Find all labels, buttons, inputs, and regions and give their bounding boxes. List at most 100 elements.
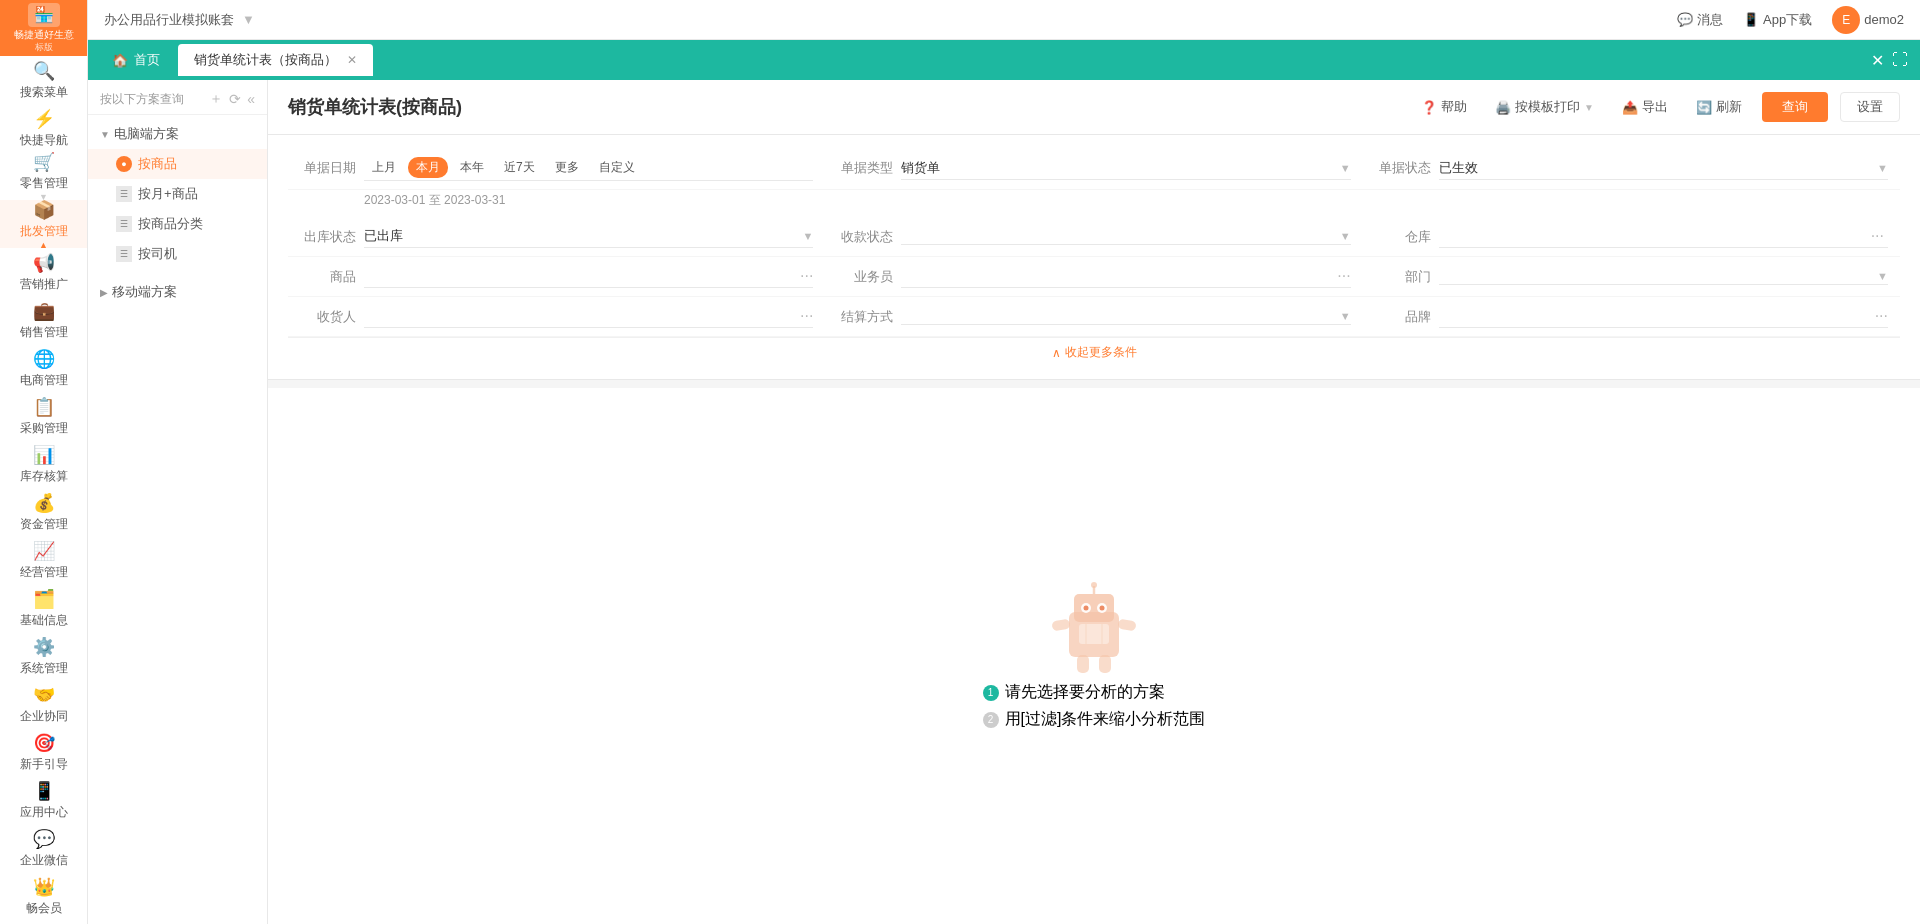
sidebar-item-basic[interactable]: 🗂️ 基础信息 (0, 584, 88, 632)
avatar: E (1832, 6, 1860, 34)
help-label: 帮助 (1441, 98, 1467, 116)
tree-group-pc: ▼ 电脑端方案 ● 按商品 ☰ 按月+商品 ☰ 按商品分类 ☰ 按司机 (88, 115, 267, 273)
sidebar-item-label: 快捷导航 (20, 132, 68, 149)
settlement-value[interactable]: ▼ (901, 308, 1350, 325)
sidebar-item-system[interactable]: ⚙️ 系统管理 (0, 632, 88, 680)
sidebar-item-search[interactable]: 🔍 搜索菜单 (0, 56, 88, 104)
brand-value[interactable]: ··· (1439, 305, 1888, 328)
filter-row-1: 单据日期 上月 本月 本年 近7天 更多 自定义 (288, 147, 1900, 190)
content-area: 按以下方案查询 ＋ ⟳ « ▼ 电脑端方案 ● 按商品 ☰ 按 (88, 80, 1920, 924)
tree-expand-icon: ▶ (100, 287, 108, 298)
date-tab-7days[interactable]: 近7天 (496, 157, 543, 178)
tree-group-mobile-header[interactable]: ▶ 移动端方案 (88, 277, 267, 307)
ecommerce-icon: 🌐 (33, 348, 55, 370)
shortcut-icon: ⚡ (33, 108, 55, 130)
settings-btn[interactable]: 设置 (1840, 92, 1900, 122)
filter-cell-type: 单据类型 销货单 ▼ (825, 147, 1362, 190)
empty-illustration (1034, 582, 1154, 682)
tree-group-pc-header[interactable]: ▼ 电脑端方案 (88, 119, 267, 149)
sidebar-item-label: 批发管理 (20, 223, 68, 240)
date-tab-custom[interactable]: 自定义 (591, 157, 643, 178)
user-profile[interactable]: E demo2 (1832, 6, 1904, 34)
tree-item-by-driver[interactable]: ☰ 按司机 (88, 239, 267, 269)
date-tab-this-month[interactable]: 本月 (408, 157, 448, 178)
chevron-down-icon: ▼ (1877, 270, 1888, 282)
date-tab-more[interactable]: 更多 (547, 157, 587, 178)
sidebar-item-marketing[interactable]: 📢 营销推广 (0, 248, 88, 296)
collapse-icon: ∧ (1052, 346, 1061, 360)
status-value[interactable]: 已生效 ▼ (1439, 157, 1888, 180)
tree-item-by-category[interactable]: ☰ 按商品分类 (88, 209, 267, 239)
date-tab-last-month[interactable]: 上月 (364, 157, 404, 178)
department-value[interactable]: ▼ (1439, 268, 1888, 285)
app-download-btn[interactable]: 📱 App下载 (1743, 11, 1812, 29)
sidebar-item-enterprise[interactable]: 🤝 企业协同 (0, 680, 88, 728)
sidebar-item-purchase[interactable]: 📋 采购管理 (0, 392, 88, 440)
template-print-btn[interactable]: 🖨️ 按模板打印 ▼ (1487, 94, 1602, 120)
refresh-scheme-btn[interactable]: ⟳ (229, 91, 241, 107)
type-value[interactable]: 销货单 ▼ (901, 157, 1350, 180)
app-download-label: App下载 (1763, 11, 1812, 29)
export-btn[interactable]: 📤 导出 (1614, 94, 1676, 120)
close-window-btn[interactable]: ✕ (1871, 51, 1884, 70)
sidebar-item-stock[interactable]: 📊 库存核算 (0, 440, 88, 488)
recipient-value[interactable]: ··· (364, 305, 813, 328)
dropdown-arrow[interactable]: ▼ (242, 12, 255, 27)
hint-dot-1: 1 (983, 685, 999, 701)
warehouse-value[interactable]: ··· (1439, 225, 1888, 248)
help-icon: ❓ (1421, 100, 1437, 115)
tab-home[interactable]: 🏠 首页 (96, 44, 176, 76)
sidebar-item-retail[interactable]: 🛒 零售管理 ▼ (0, 152, 88, 200)
newguide-icon: 🎯 (33, 732, 55, 754)
date-value: 上月 本月 本年 近7天 更多 自定义 (364, 155, 813, 181)
sidebar-item-newguide[interactable]: 🎯 新手引导 (0, 728, 88, 776)
message-btn[interactable]: 💬 消息 (1677, 11, 1723, 29)
warehouse-label: 仓库 (1375, 228, 1431, 246)
sidebar-item-ecommerce[interactable]: 🌐 电商管理 (0, 344, 88, 392)
filter-cell-department: 部门 ▼ (1363, 257, 1900, 297)
sidebar-item-operation[interactable]: 📈 经营管理 (0, 536, 88, 584)
payment-value[interactable]: ▼ (901, 228, 1350, 245)
sidebar-item-appstore[interactable]: 📱 应用中心 (0, 776, 88, 824)
empty-state: 1 请先选择要分析的方案 2 用[过滤]条件来缩小分析范围 (268, 388, 1920, 924)
dots-icon: ··· (1871, 227, 1884, 245)
main-area: 办公用品行业模拟账套 ▼ 💬 消息 📱 App下载 E demo2 🏠 首页 销… (88, 0, 1920, 924)
sidebar-item-sales[interactable]: 💼 销售管理 (0, 296, 88, 344)
hint-text-2: 用[过滤]条件来缩小分析范围 (1005, 709, 1206, 730)
sidebar-item-wholesale[interactable]: 📦 批发管理 ▲ (0, 200, 88, 248)
sidebar-item-label: 电商管理 (20, 372, 68, 389)
date-tab-this-year[interactable]: 本年 (452, 157, 492, 178)
sidebar-item-member[interactable]: 👑 畅会员 (0, 872, 88, 920)
dots-icon: ··· (1337, 267, 1350, 285)
sidebar-item-finance[interactable]: 💰 资金管理 (0, 488, 88, 536)
maximize-btn[interactable]: ⛶ (1892, 51, 1908, 69)
tree-item-by-month-product[interactable]: ☰ 按月+商品 (88, 179, 267, 209)
sidebar-item-label: 新手引导 (20, 756, 68, 773)
salesperson-value[interactable]: ··· (901, 265, 1350, 288)
export-label: 导出 (1642, 98, 1668, 116)
collapse-more-btn[interactable]: ∧ 收起更多条件 (288, 337, 1900, 367)
collapse-panel-btn[interactable]: « (247, 91, 255, 107)
sales-icon: 💼 (33, 300, 55, 322)
phone-icon: 📱 (1743, 12, 1759, 27)
svg-point-5 (1100, 606, 1105, 611)
refresh-btn[interactable]: 🔄 刷新 (1688, 94, 1750, 120)
topbar-left: 办公用品行业模拟账套 ▼ (104, 11, 255, 29)
query-btn[interactable]: 查询 (1762, 92, 1828, 122)
type-value-text: 销货单 (901, 159, 940, 177)
tab-maximize-area: ✕ ⛶ (1859, 51, 1920, 70)
help-btn[interactable]: ❓ 帮助 (1413, 94, 1475, 120)
add-scheme-btn[interactable]: ＋ (209, 90, 223, 108)
chevron-down-icon: ▼ (1340, 310, 1351, 322)
tree-item-label: 按司机 (138, 245, 177, 263)
tree-item-label: 按商品分类 (138, 215, 203, 233)
outstock-value[interactable]: 已出库 ▼ (364, 225, 813, 248)
tab-stats[interactable]: 销货单统计表（按商品） ✕ (178, 44, 373, 76)
product-value[interactable]: ··· (364, 265, 813, 288)
tree-item-by-product[interactable]: ● 按商品 (88, 149, 267, 179)
industry-label: 办公用品行业模拟账套 (104, 11, 234, 29)
enterprise-icon: 🤝 (33, 684, 55, 706)
sidebar-item-wechat[interactable]: 💬 企业微信 (0, 824, 88, 872)
tab-close-btn[interactable]: ✕ (347, 53, 357, 67)
sidebar-item-shortcut[interactable]: ⚡ 快捷导航 (0, 104, 88, 152)
